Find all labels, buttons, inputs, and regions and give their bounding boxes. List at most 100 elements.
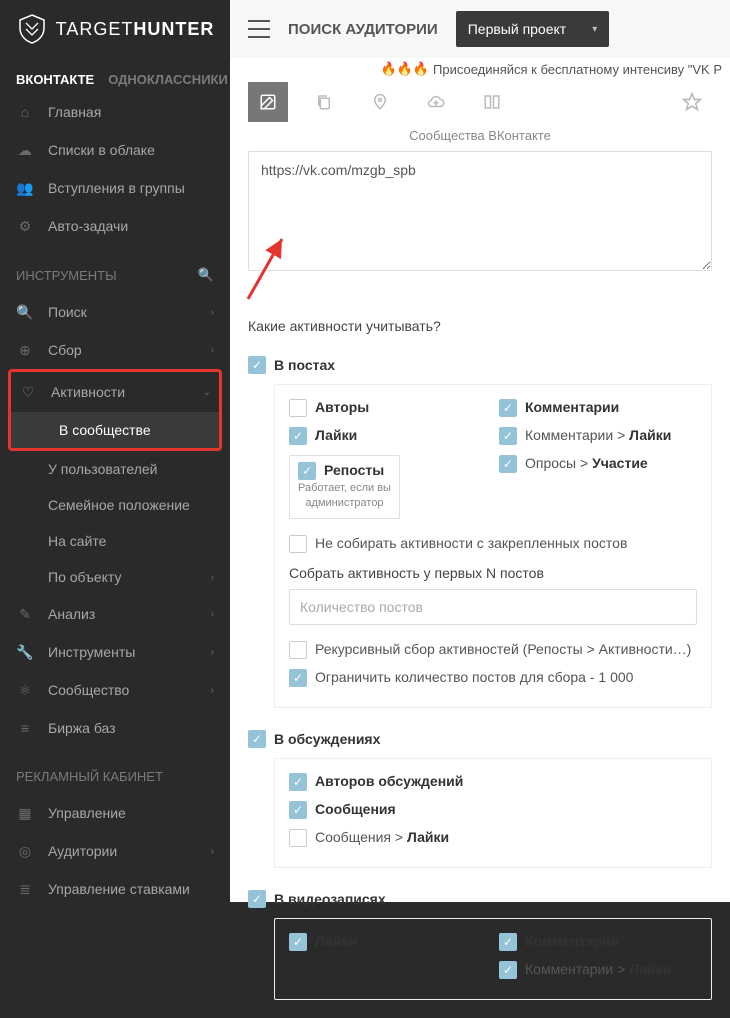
main-content: 🔥🔥🔥 Присоединяйся к бесплатному интенсив… (230, 58, 730, 902)
nav-label: Управление (48, 805, 126, 821)
analysis-icon: ✎ (16, 606, 34, 623)
nav-label: Главная (48, 104, 101, 120)
nav-label: Биржа баз (48, 720, 116, 736)
nav-label: Списки в облаке (48, 142, 155, 158)
checkbox-videos[interactable]: ✓ (248, 890, 266, 908)
project-selector[interactable]: Первый проект ▾ (456, 11, 610, 47)
checkbox-video-likes[interactable]: ✓ (289, 933, 307, 951)
nav-cloud-lists[interactable]: ☁ Списки в облаке (0, 131, 230, 169)
nav-label: Вступления в группы (48, 180, 185, 196)
banner-text: Присоединяйся к бесплатному интенсиву "V… (433, 62, 722, 77)
video-likes-label: Лайки (315, 933, 357, 949)
ads-section-header: РЕКЛАМНЫЙ КАБИНЕТ (16, 769, 163, 784)
checkbox-messages-likes[interactable] (289, 829, 307, 847)
checkbox-posts[interactable]: ✓ (248, 356, 266, 374)
nav-label: Анализ (48, 606, 95, 622)
nav-ads-audiences[interactable]: ◎ Аудитории › (0, 832, 230, 870)
video-comments-likes-label: Комментарии > Лайки (525, 961, 671, 977)
reposts-label: Репосты (324, 462, 384, 478)
communities-url-input[interactable] (248, 151, 712, 271)
sub-marital[interactable]: Семейное положение (0, 487, 230, 523)
page-title: ПОИСК АУДИТОРИИ (288, 21, 438, 38)
checkbox-recursive[interactable] (289, 641, 307, 659)
sidebar: ВКОНТАКТЕ ОДНОКЛАССНИКИ ⌂ Главная ☁ Спис… (0, 58, 230, 902)
checkbox-comments[interactable]: ✓ (499, 399, 517, 417)
communities-label: Сообщества ВКонтакте (230, 124, 730, 151)
checkbox-polls[interactable]: ✓ (499, 455, 517, 473)
checkbox-discussion-authors[interactable]: ✓ (289, 773, 307, 791)
posts-count-input[interactable] (289, 589, 697, 625)
logo[interactable]: TARGETHUNTER (0, 13, 230, 45)
checkbox-comments-likes[interactable]: ✓ (499, 427, 517, 445)
logo-shield-icon (16, 13, 48, 45)
discussions-section: ✓ Авторов обсуждений ✓ Сообщения Сообщен… (274, 758, 712, 868)
community-icon: ⚛ (16, 682, 34, 699)
chevron-right-icon: › (211, 846, 214, 857)
discussion-authors-label: Авторов обсуждений (315, 773, 463, 789)
sub-on-site[interactable]: На сайте (0, 523, 230, 559)
nav-activities[interactable]: ♡ Активности ⌄ (11, 372, 219, 412)
nav-community[interactable]: ⚛ Сообщество › (0, 671, 230, 709)
project-selected-label: Первый проект (468, 21, 566, 37)
checkbox-video-comments-likes[interactable]: ✓ (499, 961, 517, 979)
magnify-icon: ⊕ (16, 342, 34, 359)
checkbox-reposts[interactable]: ✓ (298, 462, 316, 480)
checkbox-discussions[interactable]: ✓ (248, 730, 266, 748)
nav-ads-manage[interactable]: ▦ Управление (0, 794, 230, 832)
comments-label: Комментарии (525, 399, 619, 415)
sub-label: Семейное положение (48, 497, 190, 513)
chevron-right-icon: › (211, 307, 214, 318)
copy-tool-button[interactable] (304, 82, 344, 122)
nav-ads-bids[interactable]: ≣ Управление ставками (0, 870, 230, 908)
video-comments-label: Комментарии (525, 933, 619, 949)
sub-label: В сообществе (59, 422, 151, 438)
sliders-icon: ≣ (16, 881, 34, 898)
checkbox-messages[interactable]: ✓ (289, 801, 307, 819)
book-tool-button[interactable] (472, 82, 512, 122)
favorite-star-button[interactable] (672, 82, 712, 122)
nav-analysis[interactable]: ✎ Анализ › (0, 595, 230, 633)
sub-by-object[interactable]: По объекту › (0, 559, 230, 595)
messages-likes-label: Сообщения > Лайки (315, 829, 449, 845)
nav-group-joins[interactable]: 👥 Вступления в группы (0, 169, 230, 207)
gear-icon: ⚙ (16, 218, 34, 235)
checkbox-limit-1000[interactable]: ✓ (289, 669, 307, 687)
list-icon: ≡ (16, 720, 34, 736)
tab-odnoklassniki[interactable]: ОДНОКЛАССНИКИ (108, 72, 228, 87)
activities-question: Какие активности учитывать? (248, 318, 712, 334)
edit-tool-button[interactable] (248, 82, 288, 122)
checkbox-skip-pinned[interactable] (289, 535, 307, 553)
nav-search[interactable]: 🔍 Поиск › (0, 293, 230, 331)
nav-exchange[interactable]: ≡ Биржа баз (0, 709, 230, 747)
nav-collect[interactable]: ⊕ Сбор › (0, 331, 230, 369)
nav-label: Аудитории (48, 843, 117, 859)
cloud-upload-tool-button[interactable] (416, 82, 456, 122)
checkbox-post-likes[interactable]: ✓ (289, 427, 307, 445)
chevron-right-icon: › (211, 345, 214, 356)
checkbox-authors[interactable] (289, 399, 307, 417)
sub-community[interactable]: В сообществе (11, 412, 219, 448)
chevron-right-icon: › (211, 647, 214, 658)
nav-instruments[interactable]: 🔧 Инструменты › (0, 633, 230, 671)
sub-users[interactable]: У пользователей (0, 451, 230, 487)
search-icon: 🔍 (16, 304, 34, 321)
chevron-right-icon: › (211, 685, 214, 696)
chevron-down-icon: ▾ (592, 24, 597, 35)
search-icon[interactable]: 🔍 (198, 267, 214, 283)
nav-auto-tasks[interactable]: ⚙ Авто-задачи (0, 207, 230, 245)
likes-label: Лайки (315, 427, 357, 443)
nav-label: Управление ставками (48, 881, 190, 897)
promo-banner[interactable]: 🔥🔥🔥 Присоединяйся к бесплатному интенсив… (230, 58, 730, 80)
fire-icon: 🔥🔥🔥 (380, 61, 429, 77)
wrench-icon: 🔧 (16, 644, 34, 661)
location-tool-button[interactable] (360, 82, 400, 122)
cloud-icon: ☁ (16, 142, 34, 159)
group-icon: 👥 (16, 180, 34, 197)
checkbox-video-comments[interactable]: ✓ (499, 933, 517, 951)
reposts-note-2: администратор (298, 497, 391, 510)
tab-vkontakte[interactable]: ВКОНТАКТЕ (16, 72, 94, 87)
heart-icon: ♡ (19, 384, 37, 401)
tools-section-header: ИНСТРУМЕНТЫ (16, 268, 117, 283)
hamburger-menu-icon[interactable] (248, 20, 270, 38)
nav-home[interactable]: ⌂ Главная (0, 93, 230, 131)
